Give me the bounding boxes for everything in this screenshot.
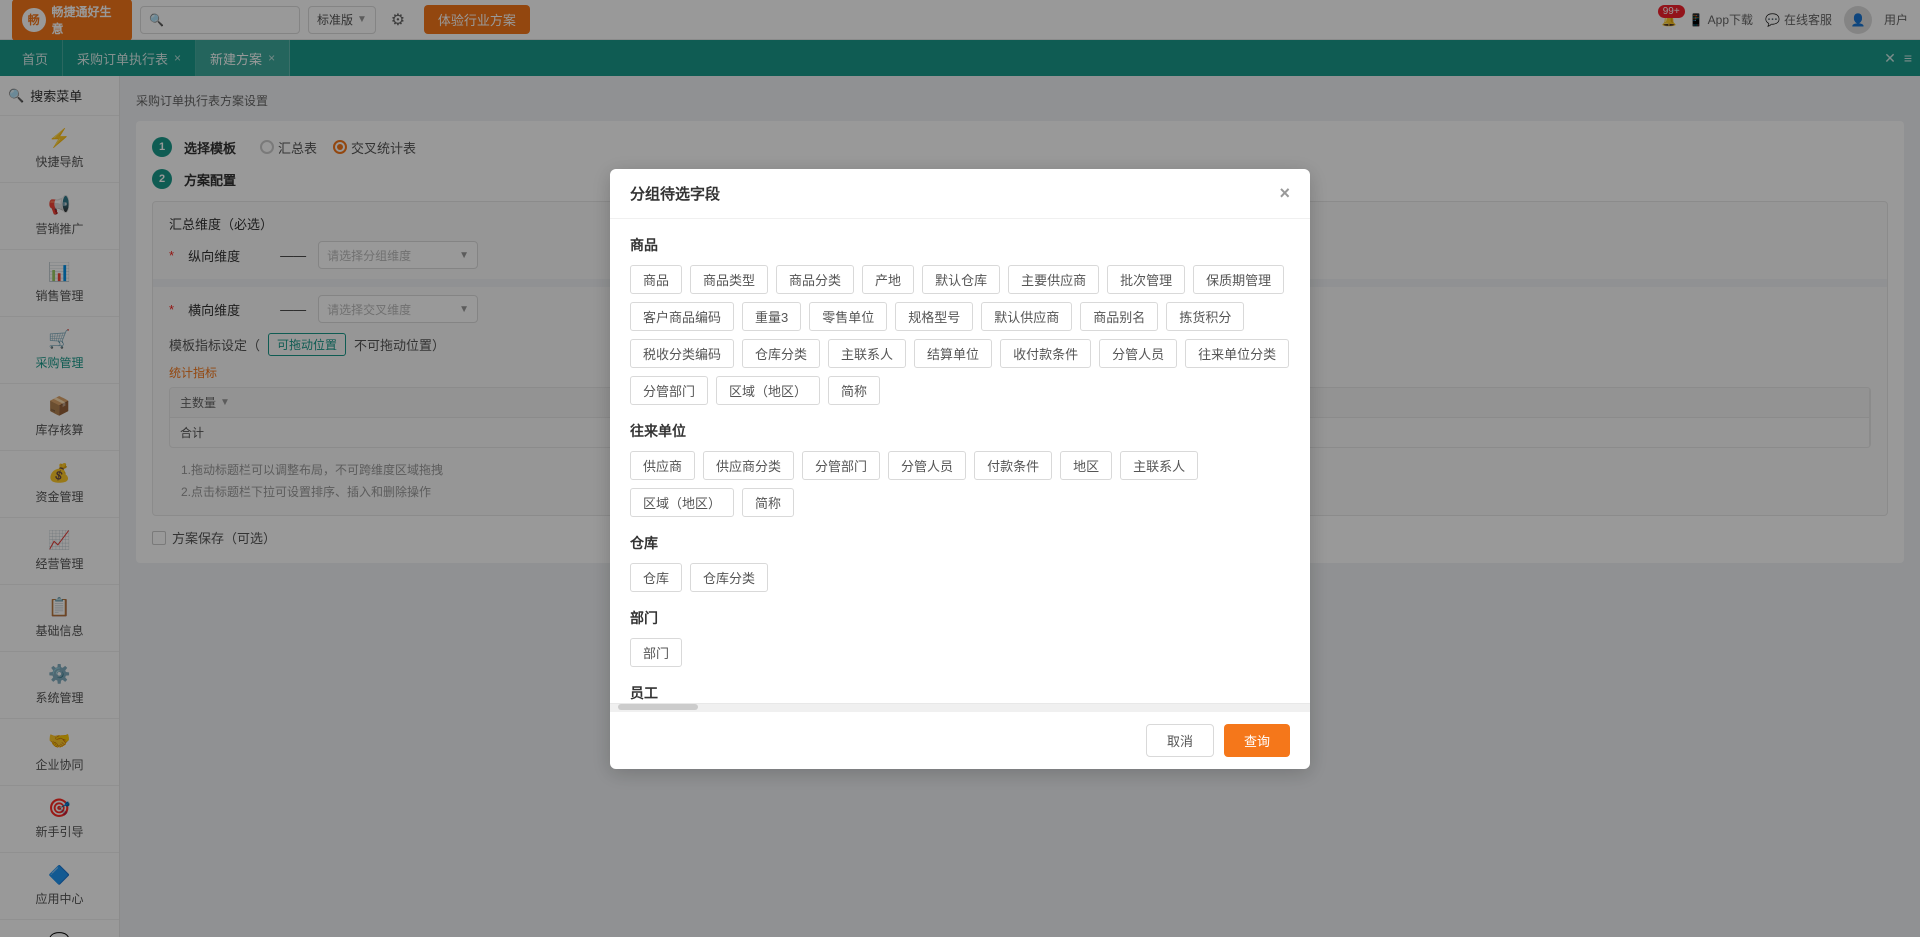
- field-tag-pick-score[interactable]: 拣货积分: [1166, 302, 1244, 331]
- field-tag-partner-supervisor[interactable]: 分管人员: [888, 451, 966, 480]
- modal-footer: 取消 查询: [610, 711, 1310, 769]
- section-warehouse-title: 仓库: [630, 533, 1290, 553]
- field-tag-retail-unit[interactable]: 零售单位: [809, 302, 887, 331]
- confirm-button[interactable]: 查询: [1224, 724, 1290, 757]
- field-select-modal: 分组待选字段 × 商品 商品 商品类型 商品分类 产地 默认仓库 主要供应商 批…: [610, 169, 1310, 769]
- field-tag-tax-code[interactable]: 税收分类编码: [630, 339, 734, 368]
- field-tag-warehouse-cat[interactable]: 仓库分类: [690, 563, 768, 592]
- field-tag-supplier-category[interactable]: 供应商分类: [703, 451, 794, 480]
- field-tag-warehouse[interactable]: 仓库: [630, 563, 682, 592]
- modal-overlay: 分组待选字段 × 商品 商品 商品类型 商品分类 产地 默认仓库 主要供应商 批…: [0, 0, 1920, 937]
- field-tag-short-name-goods[interactable]: 简称: [828, 376, 880, 405]
- field-tag-partner-dept[interactable]: 分管部门: [802, 451, 880, 480]
- field-tag-warehouse-category[interactable]: 仓库分类: [742, 339, 820, 368]
- field-tag-partner-category[interactable]: 往来单位分类: [1185, 339, 1289, 368]
- section-goods: 商品 商品 商品类型 商品分类 产地 默认仓库 主要供应商 批次管理 保质期管理…: [630, 235, 1290, 405]
- field-tag-supplier[interactable]: 供应商: [630, 451, 695, 480]
- field-tag-settlement-unit[interactable]: 结算单位: [914, 339, 992, 368]
- partner-fields: 供应商 供应商分类 分管部门 分管人员 付款条件 地区 主联系人 区域（地区） …: [630, 451, 1290, 517]
- field-tag-origin[interactable]: 产地: [862, 265, 914, 294]
- field-tag-default-warehouse[interactable]: 默认仓库: [922, 265, 1000, 294]
- field-tag-expiry[interactable]: 保质期管理: [1193, 265, 1284, 294]
- field-tag-dept[interactable]: 分管部门: [630, 376, 708, 405]
- field-tag-payment-cond[interactable]: 付款条件: [974, 451, 1052, 480]
- field-tag-spec-model[interactable]: 规格型号: [895, 302, 973, 331]
- field-tag-main-supplier[interactable]: 主要供应商: [1008, 265, 1099, 294]
- modal-close-icon[interactable]: ×: [1279, 183, 1290, 204]
- section-dept-title: 部门: [630, 608, 1290, 628]
- field-tag-supervisor[interactable]: 分管人员: [1099, 339, 1177, 368]
- field-tag-customer-code[interactable]: 客户商品编码: [630, 302, 734, 331]
- section-employee: 员工 业务员: [630, 683, 1290, 704]
- field-tag-weight[interactable]: 重量3: [742, 302, 801, 331]
- field-tag-area[interactable]: 地区: [1060, 451, 1112, 480]
- field-tag-goods[interactable]: 商品: [630, 265, 682, 294]
- section-goods-title: 商品: [630, 235, 1290, 255]
- modal-body: 商品 商品 商品类型 商品分类 产地 默认仓库 主要供应商 批次管理 保质期管理…: [610, 219, 1310, 704]
- hscroll-thumb: [618, 704, 698, 710]
- field-tag-department[interactable]: 部门: [630, 638, 682, 667]
- field-tag-region-partner[interactable]: 区域（地区）: [630, 488, 734, 517]
- goods-fields: 商品 商品类型 商品分类 产地 默认仓库 主要供应商 批次管理 保质期管理 客户…: [630, 265, 1290, 405]
- modal-hscrollbar[interactable]: [610, 703, 1310, 710]
- modal-header: 分组待选字段 ×: [610, 169, 1310, 219]
- section-employee-title: 员工: [630, 683, 1290, 703]
- modal-title: 分组待选字段: [630, 183, 720, 204]
- field-tag-goods-category[interactable]: 商品分类: [776, 265, 854, 294]
- field-tag-payment-terms[interactable]: 收付款条件: [1000, 339, 1091, 368]
- section-partner-title: 往来单位: [630, 421, 1290, 441]
- section-warehouse: 仓库 仓库 仓库分类: [630, 533, 1290, 592]
- field-tag-region-goods[interactable]: 区域（地区）: [716, 376, 820, 405]
- field-tag-goods-type[interactable]: 商品类型: [690, 265, 768, 294]
- section-dept: 部门 部门: [630, 608, 1290, 667]
- field-tag-goods-alias[interactable]: 商品别名: [1080, 302, 1158, 331]
- section-partner: 往来单位 供应商 供应商分类 分管部门 分管人员 付款条件 地区 主联系人 区域…: [630, 421, 1290, 517]
- field-tag-short-name-partner[interactable]: 简称: [742, 488, 794, 517]
- field-tag-partner-contact[interactable]: 主联系人: [1120, 451, 1198, 480]
- dept-fields: 部门: [630, 638, 1290, 667]
- field-tag-main-contact[interactable]: 主联系人: [828, 339, 906, 368]
- field-tag-batch[interactable]: 批次管理: [1107, 265, 1185, 294]
- warehouse-fields: 仓库 仓库分类: [630, 563, 1290, 592]
- field-tag-default-supplier[interactable]: 默认供应商: [981, 302, 1072, 331]
- cancel-button[interactable]: 取消: [1146, 724, 1214, 757]
